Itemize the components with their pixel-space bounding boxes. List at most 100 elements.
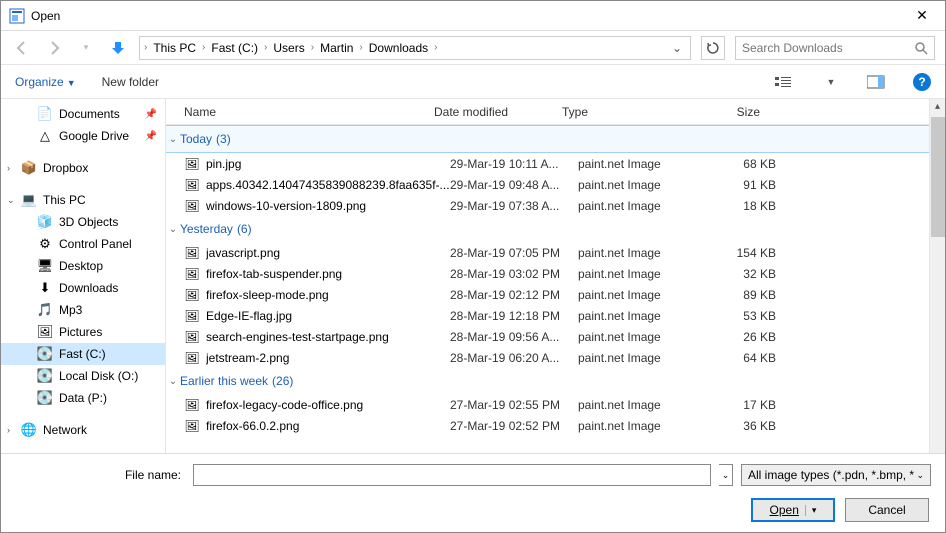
file-date: 28-Mar-19 09:56 A... — [450, 330, 578, 344]
nav-history-dropdown[interactable]: ▾ — [75, 37, 97, 59]
tree-item[interactable]: 🎵Mp3 — [1, 299, 165, 321]
scroll-up-button[interactable]: ▴ — [930, 99, 945, 115]
nav-back-button[interactable] — [11, 37, 33, 59]
tree-item[interactable]: ⚙Control Panel — [1, 233, 165, 255]
file-row[interactable]: 🖼firefox-tab-suspender.png28-Mar-19 03:0… — [166, 263, 945, 284]
breadcrumb-segment[interactable]: This PC — [149, 41, 200, 55]
file-icon: 🖼 — [184, 245, 200, 261]
refresh-button[interactable] — [701, 36, 725, 60]
main-area: 📄Documents📌△Google Drive📌 ›📦Dropbox ⌄💻This… — [1, 99, 945, 453]
file-row[interactable]: 🖼javascript.png28-Mar-19 07:05 PMpaint.n… — [166, 242, 945, 263]
file-size: 32 KB — [696, 267, 776, 281]
chevron-right-icon: › — [359, 42, 362, 53]
collapse-icon[interactable]: ⌄ — [7, 195, 15, 206]
file-row[interactable]: 🖼firefox-legacy-code-office.png27-Mar-19… — [166, 394, 945, 415]
file-icon: 🖼 — [184, 177, 200, 193]
file-row[interactable]: 🖼Edge-IE-flag.jpg28-Mar-19 12:18 PMpaint… — [166, 305, 945, 326]
group-label: Today — [180, 132, 212, 146]
breadcrumb-dropdown[interactable]: ⌄ — [668, 41, 686, 55]
expand-icon[interactable]: › — [7, 425, 10, 435]
search-input[interactable] — [742, 41, 914, 55]
preview-pane-button[interactable] — [867, 75, 887, 89]
column-headers[interactable]: Name Date modified Type Size — [166, 99, 945, 125]
chevron-down-icon: ⌄ — [916, 470, 924, 481]
file-row[interactable]: 🖼search-engines-test-startpage.png28-Mar… — [166, 326, 945, 347]
tree-item[interactable]: 📄Documents📌 — [1, 103, 165, 125]
breadcrumb-bar[interactable]: › This PC › Fast (C:) › Users › Martin ›… — [139, 36, 691, 60]
file-type: paint.net Image — [578, 419, 696, 433]
dialog-footer: File name: ⌄ All image types (*.pdn, *.b… — [1, 453, 945, 532]
tree-item[interactable]: 🧊3D Objects — [1, 211, 165, 233]
breadcrumb-segment[interactable]: Martin — [316, 41, 357, 55]
group-label: Earlier this week — [180, 374, 268, 388]
close-button[interactable]: ✕ — [907, 7, 937, 24]
file-size: 36 KB — [696, 419, 776, 433]
vertical-scrollbar[interactable]: ▴ — [929, 99, 945, 453]
tree-item[interactable]: ›📦Dropbox — [1, 157, 165, 179]
file-type: paint.net Image — [578, 267, 696, 281]
tree-item[interactable]: ⬇Downloads — [1, 277, 165, 299]
file-icon: 🖼 — [184, 329, 200, 345]
group-count: (26) — [272, 374, 293, 388]
tree-item-label: Dropbox — [43, 161, 88, 175]
open-button[interactable]: Open ▾ — [751, 498, 835, 522]
group-header[interactable]: ⌄Today(3) — [166, 125, 945, 153]
filename-input[interactable] — [193, 464, 711, 486]
file-row[interactable]: 🖼windows-10-version-1809.png29-Mar-19 07… — [166, 195, 945, 216]
tree-item-label: Fast (C:) — [59, 347, 106, 361]
file-row[interactable]: 🖼firefox-66.0.2.png27-Mar-19 02:52 PMpai… — [166, 415, 945, 436]
toolbar: Organize▼ New folder ▼ ? — [1, 65, 945, 99]
nav-up-button[interactable] — [107, 37, 129, 59]
column-size[interactable]: Size — [680, 105, 760, 119]
nav-forward-button[interactable] — [43, 37, 65, 59]
file-row[interactable]: 🖼firefox-sleep-mode.png28-Mar-19 02:12 P… — [166, 284, 945, 305]
file-type: paint.net Image — [578, 309, 696, 323]
pin-icon: 📌 — [145, 131, 157, 142]
filename-history-dropdown[interactable]: ⌄ — [719, 464, 733, 486]
tree-item[interactable]: ›🌐Network — [1, 419, 165, 441]
group-count: (6) — [237, 222, 252, 236]
file-type-filter[interactable]: All image types (*.pdn, *.bmp, * ⌄ — [741, 464, 931, 486]
group-header[interactable]: ⌄Yesterday(6) — [166, 216, 945, 242]
group-header[interactable]: ⌄Earlier this week(26) — [166, 368, 945, 394]
file-type: paint.net Image — [578, 351, 696, 365]
file-type: paint.net Image — [578, 157, 696, 171]
column-name[interactable]: Name — [184, 105, 434, 119]
organize-menu[interactable]: Organize▼ — [15, 75, 76, 89]
column-date[interactable]: Date modified — [434, 105, 562, 119]
file-icon: 🖼 — [184, 198, 200, 214]
column-type[interactable]: Type — [562, 105, 680, 119]
help-button[interactable]: ? — [913, 73, 931, 91]
chevron-right-icon: › — [434, 42, 437, 53]
chevron-right-icon: › — [144, 42, 147, 53]
file-date: 27-Mar-19 02:55 PM — [450, 398, 578, 412]
tree-item[interactable]: 💽Local Disk (O:) — [1, 365, 165, 387]
tree-item[interactable]: 🖼Pictures — [1, 321, 165, 343]
breadcrumb-segment[interactable]: Fast (C:) — [207, 41, 262, 55]
file-size: 91 KB — [696, 178, 776, 192]
file-row[interactable]: 🖼jetstream-2.png28-Mar-19 06:20 A...pain… — [166, 347, 945, 368]
file-name: windows-10-version-1809.png — [206, 199, 450, 213]
navigation-tree[interactable]: 📄Documents📌△Google Drive📌 ›📦Dropbox ⌄💻This… — [1, 99, 166, 453]
tree-item[interactable]: 💽Data (P:) — [1, 387, 165, 409]
cpl-icon: ⚙ — [37, 236, 53, 252]
file-row[interactable]: 🖼pin.jpg29-Mar-19 10:11 A...paint.net Im… — [166, 153, 945, 174]
view-options-button[interactable] — [775, 75, 795, 89]
tree-item-label: Documents — [59, 107, 120, 121]
breadcrumb-segment[interactable]: Users — [269, 41, 308, 55]
tree-item[interactable]: 💽Fast (C:) — [1, 343, 165, 365]
tree-item[interactable]: ⌄💻This PC — [1, 189, 165, 211]
file-date: 28-Mar-19 06:20 A... — [450, 351, 578, 365]
scrollbar-thumb[interactable] — [931, 117, 945, 237]
tree-item[interactable]: △Google Drive📌 — [1, 125, 165, 147]
file-icon: 🖼 — [184, 156, 200, 172]
breadcrumb-segment[interactable]: Downloads — [365, 41, 432, 55]
tree-item[interactable]: 🖥Desktop — [1, 255, 165, 277]
view-dropdown[interactable]: ▼ — [821, 77, 841, 87]
expand-icon[interactable]: › — [7, 163, 10, 173]
cancel-button[interactable]: Cancel — [845, 498, 929, 522]
file-row[interactable]: 🖼apps.40342.14047435839088239.8faa635f-.… — [166, 174, 945, 195]
search-box[interactable] — [735, 36, 935, 60]
new-folder-button[interactable]: New folder — [102, 75, 159, 89]
file-list-pane[interactable]: Name Date modified Type Size ⌄Today(3)🖼p… — [166, 99, 945, 453]
